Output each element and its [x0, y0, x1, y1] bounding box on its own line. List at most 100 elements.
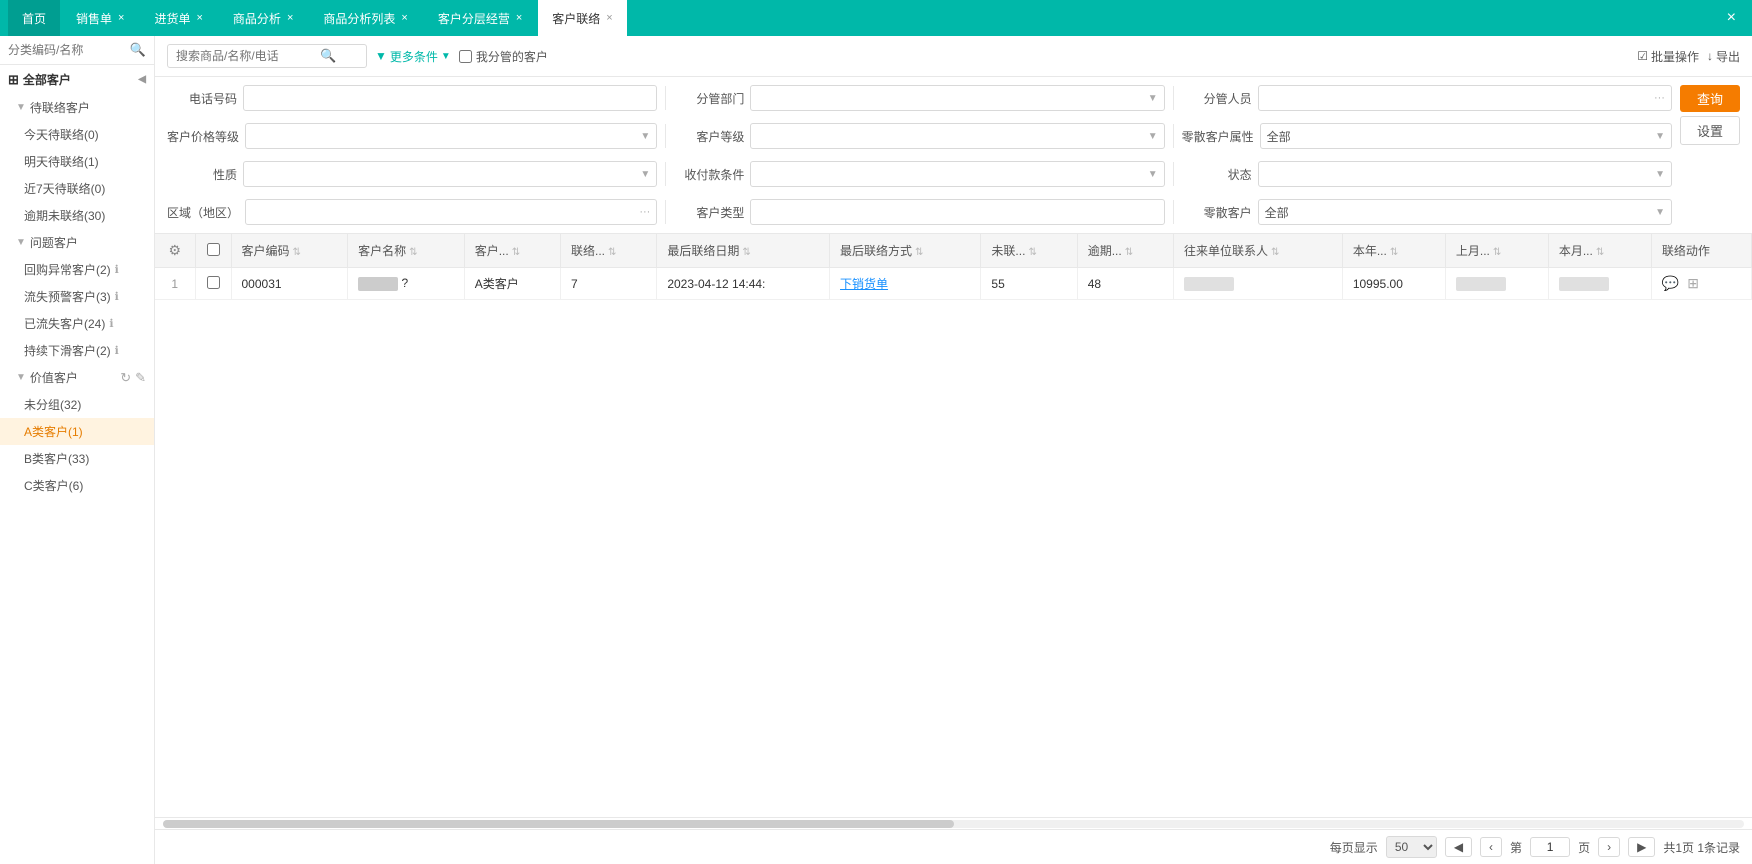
td-last-method[interactable]: 下销货单: [830, 268, 981, 300]
action-qr-icon[interactable]: ⊞: [1687, 275, 1699, 292]
filter-search-wrap: 🔍: [167, 44, 367, 68]
close-goods-list-tab[interactable]: ×: [401, 12, 407, 24]
payment-chevron: ▼: [1148, 169, 1158, 180]
filter-more-btn[interactable]: ▼ 更多条件 ▼: [375, 48, 451, 65]
group-pending-contact[interactable]: ▼ 待联络客户: [0, 94, 154, 121]
close-customer-contact-tab[interactable]: ×: [606, 12, 612, 24]
prev-page-btn[interactable]: ‹: [1480, 837, 1502, 857]
sidebar-item-churned[interactable]: 已流失客户(24) ℹ: [0, 310, 154, 337]
td-overdue: 48: [1077, 268, 1173, 300]
td-index: 1: [155, 268, 195, 300]
td-this-year: 10995.00: [1342, 268, 1445, 300]
tab-customer-contact[interactable]: 客户联络 ×: [538, 0, 626, 36]
per-page-select[interactable]: 50 100 200: [1386, 836, 1437, 858]
action-comment-icon[interactable]: 💬: [1662, 275, 1679, 292]
batch-op-btn[interactable]: ☑ 批量操作: [1637, 48, 1699, 65]
sidebar-search-input[interactable]: [8, 43, 126, 57]
filter-cell-nature: 性质 ▼: [167, 161, 657, 187]
sort-overdue-icon: ⇅: [1125, 247, 1133, 258]
scrollbar-thumb[interactable]: [163, 820, 954, 828]
th-gear[interactable]: ⚙: [155, 234, 195, 268]
group-problem-customers[interactable]: ▼ 问题客户: [0, 229, 154, 256]
query-button[interactable]: 查询: [1680, 85, 1740, 112]
sidebar-search-wrap: 🔍: [0, 36, 154, 65]
th-last-month: 上月...⇅: [1445, 234, 1548, 268]
sidebar-item-a-class[interactable]: A类客户(1): [0, 418, 154, 445]
th-last-method: 最后联络方式⇅: [830, 234, 981, 268]
sidebar-item-7days[interactable]: 近7天待联络(0): [0, 175, 154, 202]
filter-cell-dept: 分管部门 ▼: [674, 85, 1164, 111]
sidebar-item-today[interactable]: 今天待联络(0): [0, 121, 154, 148]
filter-form: 电话号码 分管部门 ▼ 分管人员: [155, 77, 1752, 234]
region-select[interactable]: ···: [245, 199, 657, 225]
sidebar-search-icon[interactable]: 🔍: [130, 42, 146, 58]
close-purchase-tab[interactable]: ×: [196, 12, 202, 24]
last-page-btn[interactable]: ▶: [1628, 837, 1655, 857]
sort-contact-icon: ⇅: [608, 247, 616, 258]
value-refresh-icon[interactable]: ↻: [120, 370, 131, 386]
tab-home[interactable]: 首页: [8, 0, 60, 36]
sidebar-item-churn-warning[interactable]: 流失预警客户(3) ℹ: [0, 283, 154, 310]
select-all-checkbox[interactable]: [207, 243, 220, 256]
price-level-select[interactable]: ▼: [245, 123, 657, 149]
info-icon-4: ℹ: [115, 344, 119, 357]
page-input[interactable]: [1530, 837, 1570, 857]
filter-row-2: 客户价格等级 ▼ 客户等级 ▼: [167, 123, 1672, 149]
next-page-btn[interactable]: ›: [1598, 837, 1620, 857]
sidebar-item-c-class[interactable]: C类客户(6): [0, 472, 154, 499]
first-page-btn[interactable]: ◀: [1445, 837, 1472, 857]
sidebar-item-repurchase-anomaly[interactable]: 回购异常客户(2) ℹ: [0, 256, 154, 283]
th-contact: 联络...⇅: [561, 234, 657, 268]
close-customer-tier-tab[interactable]: ×: [516, 12, 522, 24]
sidebar-collapse-icon[interactable]: ◀: [138, 74, 146, 85]
setting-button[interactable]: 设置: [1680, 116, 1740, 145]
export-btn[interactable]: ↓ 导出: [1707, 48, 1740, 65]
person-dots: ···: [1654, 92, 1665, 104]
sidebar-item-tomorrow[interactable]: 明天待联络(1): [0, 148, 154, 175]
status-chevron: ▼: [1655, 169, 1665, 180]
person-select[interactable]: ···: [1258, 85, 1672, 111]
top-nav: 首页 销售单 × 进货单 × 商品分析 × 商品分析列表 × 客户分层经营 × …: [0, 0, 1752, 36]
row-checkbox[interactable]: [207, 276, 220, 289]
th-checkbox: [195, 234, 231, 268]
last-method-link[interactable]: 下销货单: [840, 277, 888, 291]
filter-search-input[interactable]: [176, 49, 316, 63]
retail-attr-select[interactable]: 全部 ▼: [1260, 123, 1672, 149]
sidebar-item-b-class[interactable]: B类客户(33): [0, 445, 154, 472]
all-customers-header[interactable]: ⊞ 全部客户 ◀: [0, 65, 154, 94]
phone-input[interactable]: [243, 85, 657, 111]
sidebar-item-overdue[interactable]: 逾期未联络(30): [0, 202, 154, 229]
td-last-date: 2023-04-12 14:44:: [657, 268, 830, 300]
td-contact-count: 7: [561, 268, 657, 300]
sidebar-item-ungrouped[interactable]: 未分组(32): [0, 391, 154, 418]
horizontal-scrollbar[interactable]: [155, 817, 1752, 829]
this-month-blur: [1559, 277, 1609, 291]
payment-select[interactable]: ▼: [750, 161, 1164, 187]
group-value-customers[interactable]: ▼ 价值客户 ↻ ✎: [0, 364, 154, 391]
close-all-tabs[interactable]: ×: [1719, 9, 1744, 27]
sidebar-item-declining[interactable]: 持续下滑客户(2) ℹ: [0, 337, 154, 364]
value-edit-icon[interactable]: ✎: [135, 370, 146, 386]
nature-select[interactable]: ▼: [243, 161, 657, 187]
tab-sales[interactable]: 销售单 ×: [62, 0, 138, 36]
tab-goods-analysis[interactable]: 商品分析 ×: [219, 0, 307, 36]
scrollbar-track[interactable]: [163, 820, 1744, 828]
tab-purchase[interactable]: 进货单 ×: [140, 0, 216, 36]
gear-icon[interactable]: ⚙: [168, 242, 181, 258]
tab-customer-tier[interactable]: 客户分层经营 ×: [424, 0, 536, 36]
level-select[interactable]: ▼: [750, 123, 1164, 149]
status-select[interactable]: ▼: [1258, 161, 1672, 187]
ctype-input[interactable]: [750, 199, 1164, 225]
close-sales-tab[interactable]: ×: [118, 12, 124, 24]
filter-search-icon[interactable]: 🔍: [320, 48, 336, 64]
tab-goods-list[interactable]: 商品分析列表 ×: [309, 0, 421, 36]
dept-select[interactable]: ▼: [750, 85, 1164, 111]
sort-type-icon: ⇅: [512, 247, 520, 258]
my-customers-checkbox[interactable]: [459, 50, 472, 63]
filter-more-chevron: ▼: [441, 51, 451, 62]
td-checkbox[interactable]: [195, 268, 231, 300]
retail-select[interactable]: 全部 ▼: [1258, 199, 1672, 225]
close-goods-tab[interactable]: ×: [287, 12, 293, 24]
sort-year-icon: ⇅: [1390, 247, 1398, 258]
sidebar: 🔍 ⊞ 全部客户 ◀ ▼ 待联络客户 今天待联络(0) 明天待联络(1) 近7天…: [0, 36, 155, 864]
